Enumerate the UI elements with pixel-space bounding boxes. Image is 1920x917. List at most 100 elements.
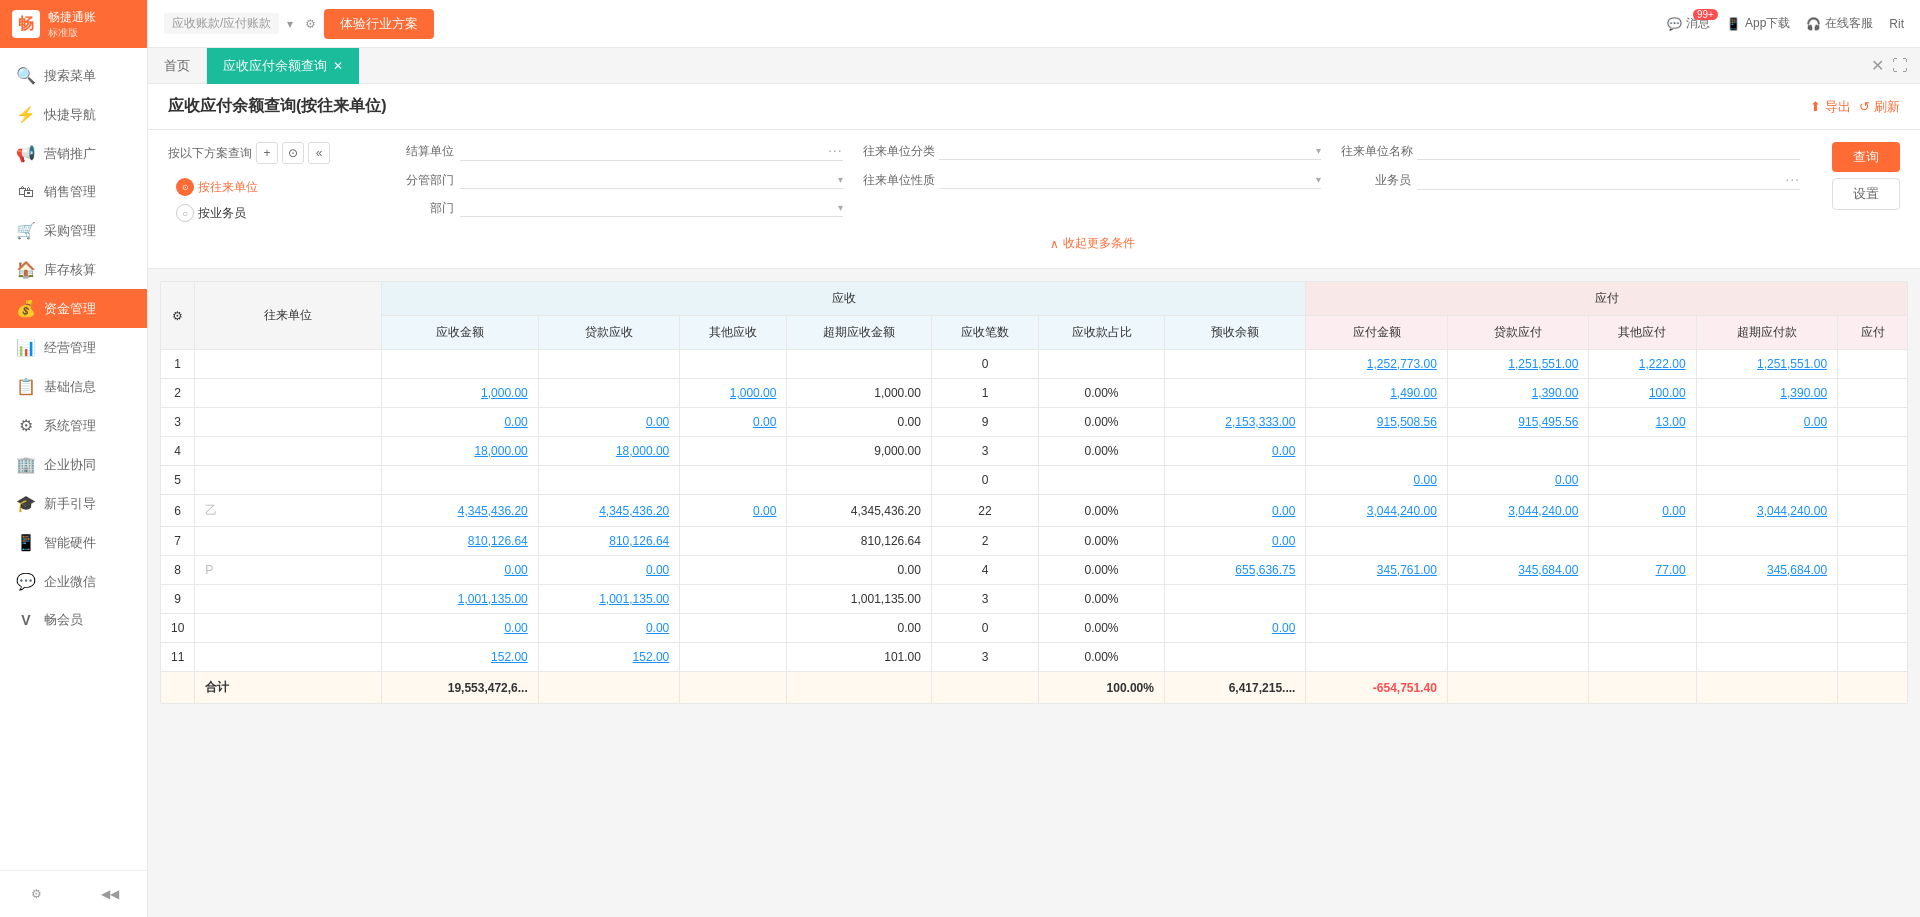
tab-query[interactable]: 应收应付余额查询 ✕ — [207, 48, 359, 84]
cell-link[interactable]: 18,000.00 — [474, 444, 527, 458]
cell-link[interactable]: 655,636.75 — [1235, 563, 1295, 577]
cell-link[interactable]: 0.00 — [753, 504, 776, 518]
cell-link[interactable]: 1,252,773.00 — [1367, 357, 1437, 371]
cell-link[interactable]: 3,044,240.00 — [1367, 504, 1437, 518]
message-button[interactable]: 💬 消息 99+ — [1667, 15, 1710, 32]
sidebar-item-sales[interactable]: 🛍 销售管理 — [0, 173, 147, 211]
filter-add-btn[interactable]: + — [256, 142, 278, 164]
subdept-input[interactable] — [460, 200, 838, 214]
name-input[interactable] — [1417, 143, 1800, 157]
user-profile[interactable]: Rit — [1889, 17, 1904, 31]
cell-link[interactable]: 2,153,333.00 — [1225, 415, 1295, 429]
sidebar-item-purchase[interactable]: 🛒 采购管理 — [0, 211, 147, 250]
cell-link[interactable]: 810,126.64 — [609, 534, 669, 548]
cell-link[interactable]: 0.00 — [1272, 534, 1295, 548]
sidebar-item-enterprise[interactable]: 🏢 企业协同 — [0, 445, 147, 484]
sidebar-item-base[interactable]: 📋 基础信息 — [0, 367, 147, 406]
sidebar-item-marketing[interactable]: 📢 营销推广 — [0, 134, 147, 173]
dept-arrow-icon[interactable]: ▾ — [838, 174, 843, 185]
sidebar-item-stock[interactable]: 🏠 库存核算 — [0, 250, 147, 289]
nature-input[interactable] — [939, 172, 1317, 186]
tab-home[interactable]: 首页 — [148, 48, 207, 84]
cell-link[interactable]: 0.00 — [1414, 473, 1437, 487]
cell-link[interactable]: 0.00 — [1804, 415, 1827, 429]
cell-link[interactable]: 0.00 — [646, 415, 669, 429]
tab-expand-icon[interactable]: ⛶ — [1892, 57, 1908, 75]
cell-link[interactable]: 1,390.00 — [1780, 386, 1827, 400]
cell-link[interactable]: 4,345,436.20 — [458, 504, 528, 518]
cell-link[interactable]: 0.00 — [646, 563, 669, 577]
sidebar-item-nav[interactable]: ⚡ 快捷导航 — [0, 95, 147, 134]
cell-link[interactable]: 0.00 — [504, 415, 527, 429]
cell-link[interactable]: 1,390.00 — [1532, 386, 1579, 400]
cell-link[interactable]: 1,001,135.00 — [599, 592, 669, 606]
cell-link[interactable]: 1,001,135.00 — [458, 592, 528, 606]
nature-arrow-icon[interactable]: ▾ — [1316, 174, 1321, 185]
subdept-arrow-icon[interactable]: ▾ — [838, 202, 843, 213]
cell-link[interactable]: 152.00 — [633, 650, 670, 664]
cell-link[interactable]: 0.00 — [1272, 621, 1295, 635]
online-service-button[interactable]: 🎧 在线客服 — [1806, 15, 1873, 32]
app-download-button[interactable]: 📱 App下载 — [1726, 15, 1790, 32]
filter-target-btn[interactable]: ⊙ — [282, 142, 304, 164]
tab-close-window-icon[interactable]: ✕ — [1871, 56, 1884, 75]
salesperson-dots-icon[interactable]: ··· — [1785, 171, 1800, 187]
settlement-dots-icon[interactable]: ··· — [828, 142, 843, 158]
query-button[interactable]: 查询 — [1832, 142, 1900, 172]
cell-link[interactable]: 1,222.00 — [1639, 357, 1686, 371]
sidebar-item-guide[interactable]: 🎓 新手引导 — [0, 484, 147, 523]
refresh-button[interactable]: ↺ 刷新 — [1859, 98, 1900, 116]
salesperson-input[interactable] — [1417, 172, 1785, 186]
cell-link[interactable]: 915,495.56 — [1518, 415, 1578, 429]
settings-button[interactable]: 设置 — [1832, 178, 1900, 210]
topbar-gear-icon[interactable]: ⚙ — [305, 17, 316, 31]
sidebar-item-hardware[interactable]: 📱 智能硬件 — [0, 523, 147, 562]
cell-link[interactable]: 4,345,436.20 — [599, 504, 669, 518]
cell-link[interactable]: 1,251,551.00 — [1757, 357, 1827, 371]
category-arrow-icon[interactable]: ▾ — [1316, 145, 1321, 156]
cell-link[interactable]: 0.00 — [504, 563, 527, 577]
cell-link[interactable]: 1,251,551.00 — [1508, 357, 1578, 371]
breadcrumb-dropdown-icon[interactable]: ▾ — [287, 17, 293, 31]
col-settings-header[interactable]: ⚙ — [161, 282, 195, 350]
cell-link[interactable]: 345,684.00 — [1518, 563, 1578, 577]
sidebar-item-finance[interactable]: 💰 资金管理 — [0, 289, 147, 328]
cell-link[interactable]: 0.00 — [753, 415, 776, 429]
cell-link[interactable]: 1,000.00 — [730, 386, 777, 400]
cell-link[interactable]: 18,000.00 — [616, 444, 669, 458]
sidebar-collapse-btn[interactable]: ◀◀ — [74, 879, 148, 909]
cell-link[interactable]: 915,508.56 — [1377, 415, 1437, 429]
cell-link[interactable]: 3,044,240.00 — [1757, 504, 1827, 518]
sidebar-item-search[interactable]: 🔍 搜索菜单 — [0, 56, 147, 95]
dept-input[interactable] — [460, 172, 838, 186]
solution-button[interactable]: 体验行业方案 — [324, 9, 434, 39]
cell-link[interactable]: 13.00 — [1656, 415, 1686, 429]
sidebar-item-vip[interactable]: V 畅会员 — [0, 601, 147, 639]
cell-link[interactable]: 0.00 — [1272, 444, 1295, 458]
cell-link[interactable]: 100.00 — [1649, 386, 1686, 400]
filter-option-by-unit[interactable]: ⊙ 按往来单位 — [168, 174, 368, 200]
cell-link[interactable]: 1,000.00 — [481, 386, 528, 400]
cell-link[interactable]: 810,126.64 — [468, 534, 528, 548]
tab-close-icon[interactable]: ✕ — [333, 59, 343, 73]
cell-link[interactable]: 0.00 — [1662, 504, 1685, 518]
sidebar-item-wechat[interactable]: 💬 企业微信 — [0, 562, 147, 601]
cell-link[interactable]: 0.00 — [1555, 473, 1578, 487]
category-input[interactable] — [939, 143, 1317, 157]
cell-link[interactable]: 345,761.00 — [1377, 563, 1437, 577]
sidebar-item-management[interactable]: 📊 经营管理 — [0, 328, 147, 367]
export-button[interactable]: ⬆ 导出 — [1810, 98, 1851, 116]
collapse-more-btn[interactable]: ∧ 收起更多条件 — [1046, 231, 1139, 256]
cell-link[interactable]: 1,490.00 — [1390, 386, 1437, 400]
cell-link[interactable]: 0.00 — [646, 621, 669, 635]
settlement-input[interactable] — [460, 143, 828, 157]
cell-link[interactable]: 0.00 — [504, 621, 527, 635]
cell-link[interactable]: 77.00 — [1656, 563, 1686, 577]
cell-link[interactable]: 152.00 — [491, 650, 528, 664]
filter-option-by-employee[interactable]: ○ 按业务员 — [168, 200, 368, 226]
sidebar-settings-btn[interactable]: ⚙ — [0, 879, 74, 909]
filter-collapse-btn[interactable]: « — [308, 142, 330, 164]
sidebar-item-system[interactable]: ⚙ 系统管理 — [0, 406, 147, 445]
cell-link[interactable]: 3,044,240.00 — [1508, 504, 1578, 518]
cell-link[interactable]: 345,684.00 — [1767, 563, 1827, 577]
